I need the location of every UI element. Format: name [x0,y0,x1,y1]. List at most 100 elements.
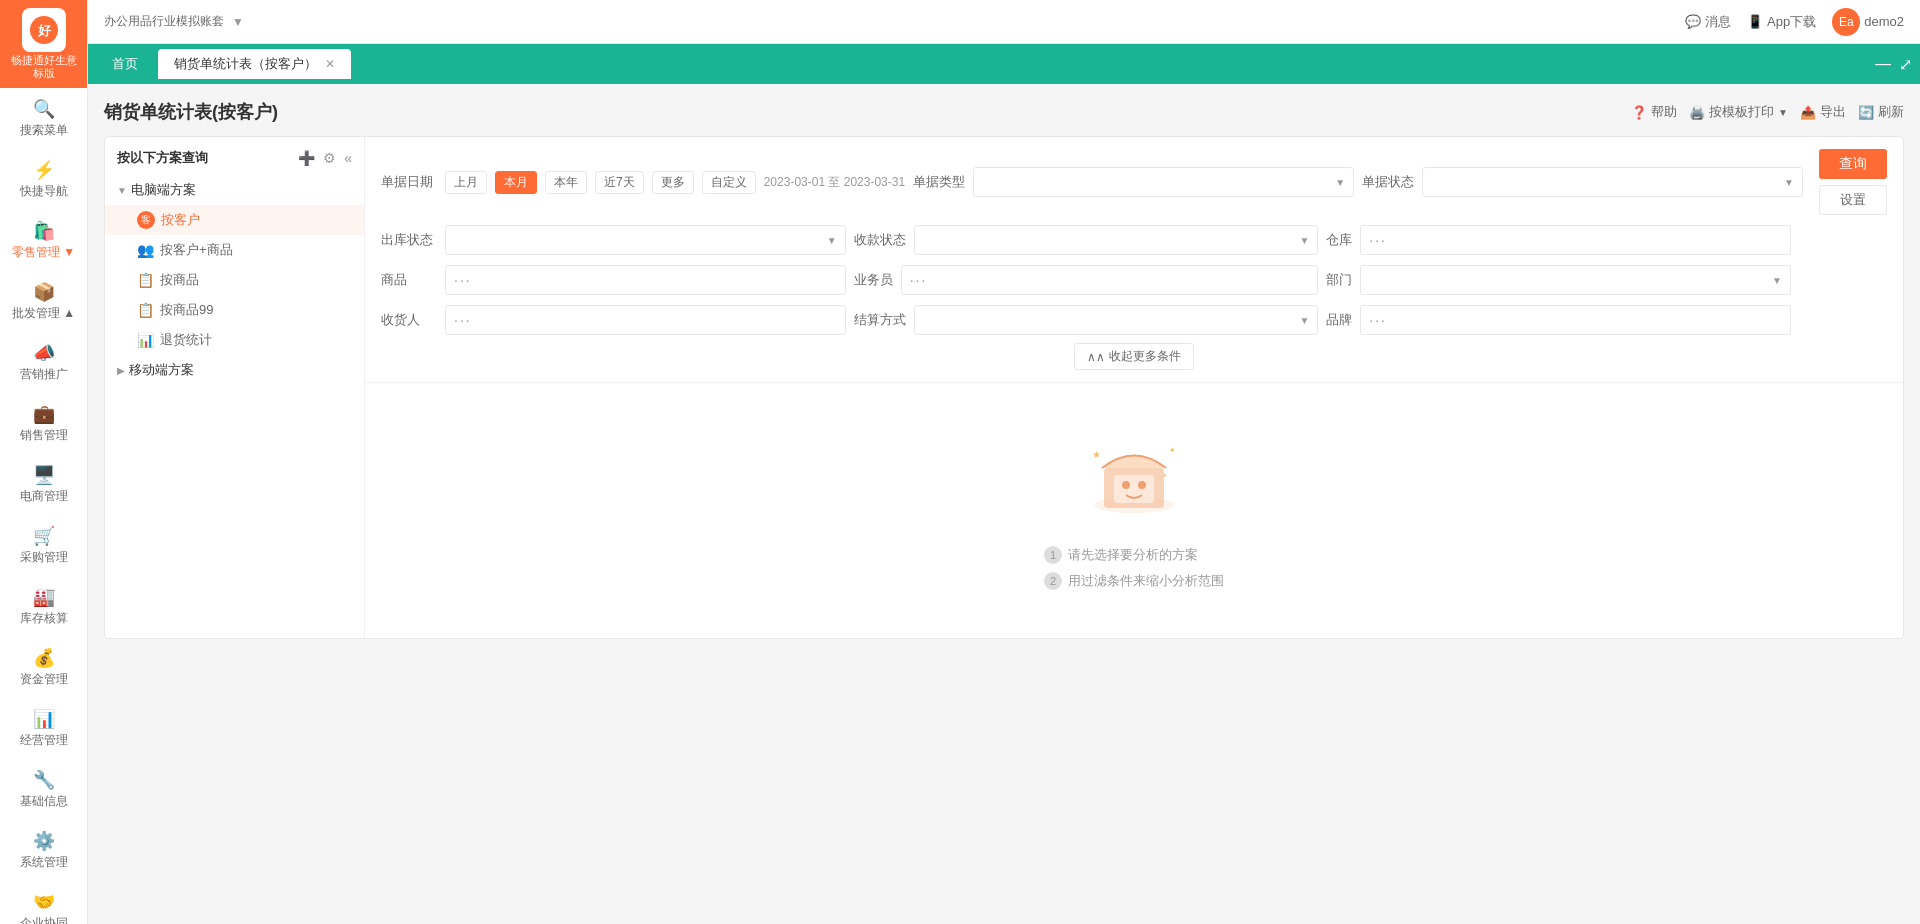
goods-select[interactable]: ··· [445,265,846,295]
sidebar-item-operations[interactable]: 📊 经营管理 [0,698,87,759]
hint-number-2: 2 [1044,572,1062,590]
maximize-button[interactable]: ⤢ [1899,55,1912,74]
logo-area[interactable]: 好 畅捷通好生意 标版 [0,0,87,88]
goods-placeholder: ··· [454,272,472,288]
export-button[interactable]: 📤 导出 [1800,103,1846,121]
salesperson-label: 业务员 [854,271,893,289]
sidebar-item-marketing[interactable]: 📣 营销推广 [0,332,87,393]
empty-illustration: ★ ✦ ✦ [1074,423,1194,526]
scheme-item-by-customer-goods[interactable]: 👥 按客户+商品 [105,235,364,265]
payment-select[interactable]: ▼ [914,305,1319,335]
scheme-item-label: 退货统计 [160,331,212,349]
sidebar-item-system[interactable]: ⚙️ 系统管理 [0,820,87,881]
date-btn-last-month[interactable]: 上月 [445,171,487,194]
sidebar-item-label: 零售管理 [12,245,60,259]
export-label: 导出 [1820,103,1846,121]
sidebar-item-enterprise[interactable]: 🤝 企业协同 [0,881,87,924]
left-panel-title: 按以下方案查询 [117,149,208,167]
logo-text: 畅捷通好生意 标版 [4,54,83,80]
date-btn-this-year[interactable]: 本年 [545,171,587,194]
sidebar-item-basic[interactable]: 🔧 基础信息 [0,759,87,820]
collect-status-field: 收款状态 ▼ [854,225,1319,255]
sidebar-nav: 🔍 搜索菜单 ⚡ 快捷导航 🛍️ 零售管理 ▼ 📦 批发管理 ▲ 📣 营销推广 … [0,88,87,924]
basic-icon: 🔧 [4,769,83,791]
sidebar-item-quicknav[interactable]: ⚡ 快捷导航 [0,149,87,210]
sidebar-item-retail[interactable]: 🛍️ 零售管理 ▼ [0,210,87,271]
settings-scheme-button[interactable]: ⚙ [323,150,336,166]
sidebar-item-purchase[interactable]: 🛒 采购管理 [0,515,87,576]
finance-icon: 💰 [4,647,83,669]
dropdown-arrow: ▼ [1772,275,1782,286]
group-label: 电脑端方案 [131,181,196,199]
collapse-panel-button[interactable]: « [344,150,352,166]
date-btn-this-month[interactable]: 本月 [495,171,537,194]
scheme-group-desktop: ▼ 电脑端方案 客 按客户 👥 按客户+商品 📋 [105,175,364,355]
message-label: 消息 [1705,13,1731,31]
scheme-group-mobile-title[interactable]: ▶ 移动端方案 [105,355,364,385]
message-action[interactable]: 💬 消息 [1685,13,1731,31]
out-status-select[interactable]: ▼ [445,225,846,255]
left-panel-header: 按以下方案查询 ➕ ⚙ « [105,149,364,175]
help-button[interactable]: ❓ 帮助 [1631,103,1677,121]
doc-status-select[interactable]: ▼ [1422,167,1803,197]
department-select[interactable]: ▼ [1360,265,1791,295]
sidebar-item-label: 营销推广 [20,367,68,381]
toggle-icon: ▶ [117,365,125,376]
setting-button[interactable]: 设置 [1819,185,1887,215]
empty-hints: 1 请先选择要分析的方案 2 用过滤条件来缩小分析范围 [1044,546,1224,598]
tab-sales-stat[interactable]: 销货单统计表（按客户） ✕ [158,49,351,79]
brand-select[interactable]: ··· [1360,305,1791,335]
scheme-item-by-goods-99[interactable]: 📋 按商品99 [105,295,364,325]
tab-close-button[interactable]: ✕ [325,57,335,71]
date-btn-7days[interactable]: 近7天 [595,171,644,194]
add-scheme-button[interactable]: ➕ [298,150,315,166]
tab-home[interactable]: 首页 [96,49,154,79]
salesperson-select[interactable]: ··· [901,265,1319,295]
scheme-item-by-customer[interactable]: 客 按客户 [105,205,364,235]
filter-row-4: 收货人 ··· 结算方式 ▼ [381,305,1887,335]
breadcrumb-dropdown-icon[interactable]: ▼ [232,15,244,29]
sidebar-item-label: 快捷导航 [20,184,68,198]
home-tab-label: 首页 [112,55,138,73]
dropdown-arrow: ▼ [1299,315,1309,326]
query-button[interactable]: 查询 [1819,149,1887,179]
collapse-button[interactable]: ∧∧ 收起更多条件 [1074,343,1194,370]
sidebar-item-wholesale[interactable]: 📦 批发管理 ▲ [0,271,87,332]
scheme-group-desktop-title[interactable]: ▼ 电脑端方案 [105,175,364,205]
filter-row-2: 出库状态 ▼ 收款状态 ▼ [381,225,1887,255]
expand-icon: ▲ [63,306,75,320]
breadcrumb: 办公用品行业模拟账套 ▼ [104,13,244,30]
goods-icon: 📋 [137,272,154,288]
user-profile[interactable]: Ea demo2 [1832,8,1904,36]
scheme-group-mobile: ▶ 移动端方案 [105,355,364,385]
warehouse-label: 仓库 [1326,231,1352,249]
warehouse-select[interactable]: ··· [1360,225,1791,255]
receiver-select[interactable]: ··· [445,305,846,335]
empty-hint-2: 2 用过滤条件来缩小分析范围 [1044,572,1224,590]
sidebar-item-finance[interactable]: 💰 资金管理 [0,637,87,698]
sidebar-item-label: 电商管理 [20,489,68,503]
filter-row-1: 单据日期 上月 本月 本年 近7天 更多 自定义 2023-03-01 至 20… [381,149,1887,215]
sidebar-item-label: 企业协同 [20,916,68,924]
customer-icon: 客 [137,211,155,229]
date-btn-custom[interactable]: 自定义 [702,171,756,194]
warehouse-placeholder: ··· [1369,232,1387,248]
sidebar-item-inventory[interactable]: 🏭 库存核算 [0,576,87,637]
out-status-label: 出库状态 [381,231,437,249]
minimize-button[interactable]: — [1875,55,1891,74]
refresh-button[interactable]: 🔄 刷新 [1858,103,1904,121]
print-button[interactable]: 🖨️ 按模板打印 ▼ [1689,103,1788,121]
scheme-item-return-stat[interactable]: 📊 退货统计 [105,325,364,355]
doc-type-field: 单据类型 ▼ [913,167,1354,197]
sidebar-item-search[interactable]: 🔍 搜索菜单 [0,88,87,149]
app-download-action[interactable]: 📱 App下载 [1747,13,1816,31]
quicknav-icon: ⚡ [4,159,83,181]
sidebar-item-ecommerce[interactable]: 🖥️ 电商管理 [0,454,87,515]
sidebar-item-sales[interactable]: 💼 销售管理 [0,393,87,454]
collect-status-select[interactable]: ▼ [914,225,1319,255]
date-btn-more[interactable]: 更多 [652,171,694,194]
doc-type-select[interactable]: ▼ [973,167,1354,197]
scheme-item-by-goods[interactable]: 📋 按商品 [105,265,364,295]
right-panel: 单据日期 上月 本月 本年 近7天 更多 自定义 2023-03-01 至 20… [365,137,1903,638]
retail-icon: 🛍️ [4,220,83,242]
